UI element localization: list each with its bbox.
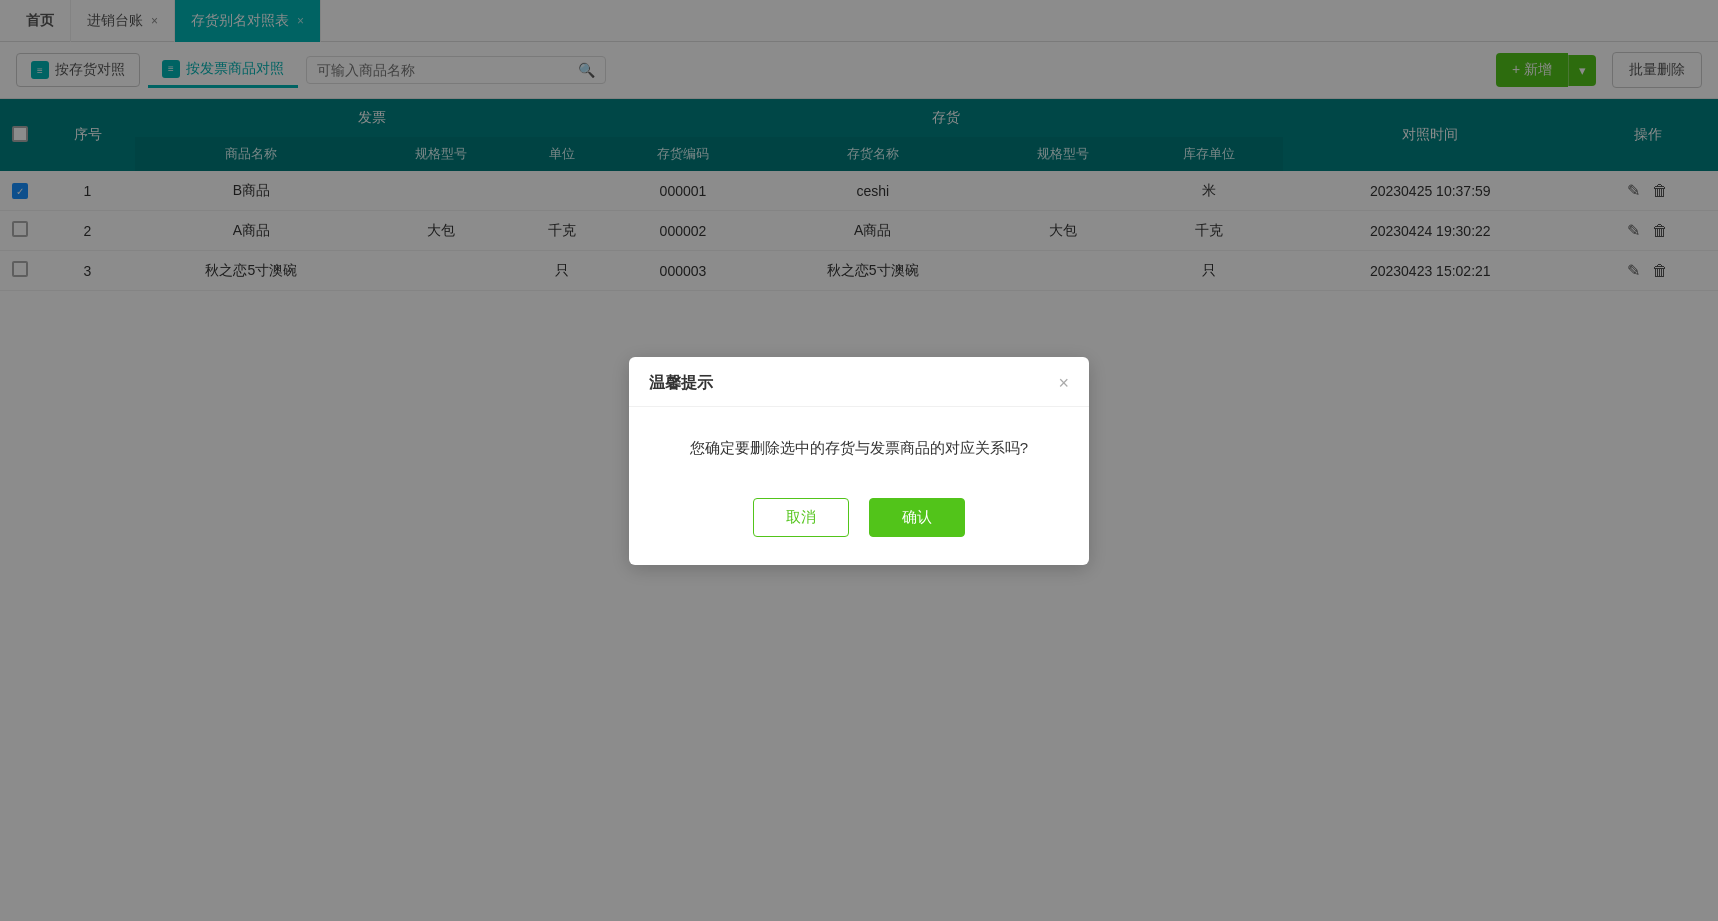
modal-overlay: 温馨提示 × 您确定要删除选中的存货与发票商品的对应关系吗? 取消 确认 — [0, 0, 1718, 921]
btn-confirm[interactable]: 确认 — [869, 498, 965, 537]
dialog-header: 温馨提示 × — [629, 357, 1089, 407]
btn-cancel[interactable]: 取消 — [753, 498, 849, 537]
dialog-title: 温馨提示 — [649, 373, 713, 394]
dialog-close-button[interactable]: × — [1058, 374, 1069, 392]
dialog-message: 您确定要删除选中的存货与发票商品的对应关系吗? — [690, 439, 1028, 456]
dialog-body: 您确定要删除选中的存货与发票商品的对应关系吗? — [629, 407, 1089, 482]
dialog-footer: 取消 确认 — [629, 482, 1089, 565]
confirm-dialog: 温馨提示 × 您确定要删除选中的存货与发票商品的对应关系吗? 取消 确认 — [629, 357, 1089, 565]
